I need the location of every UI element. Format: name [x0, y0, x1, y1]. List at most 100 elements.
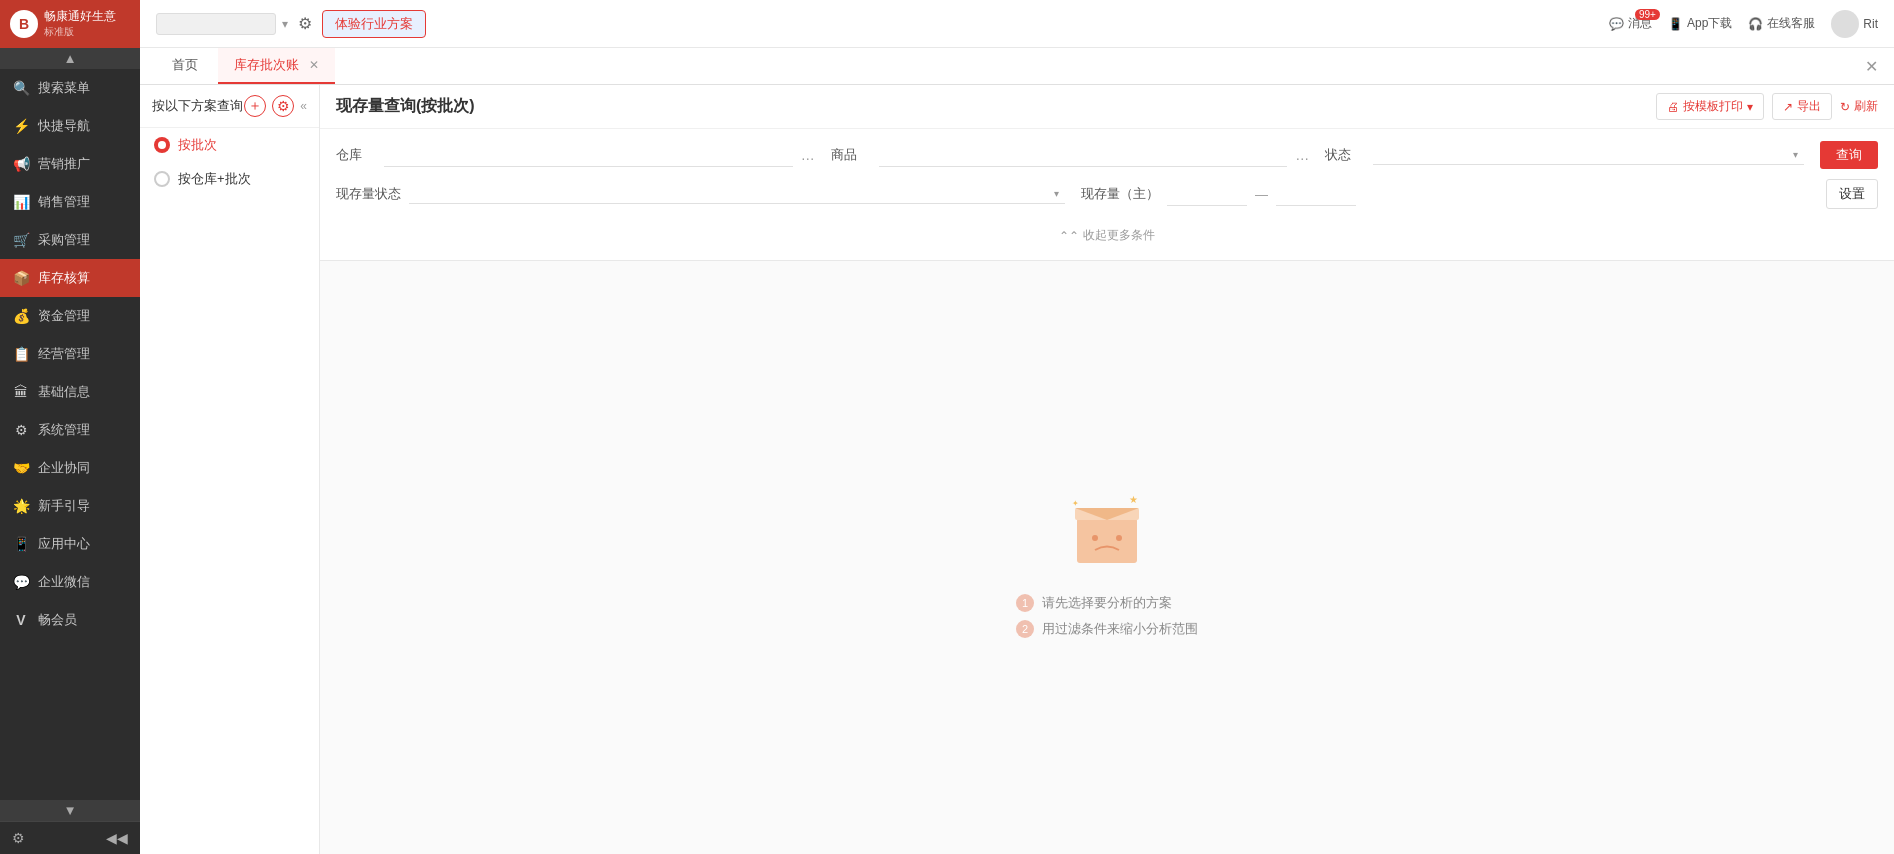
print-dropdown-icon: ▾: [1747, 100, 1753, 114]
tab-home[interactable]: 首页: [156, 48, 214, 84]
collapse-conditions-button[interactable]: ⌃⌃ 收起更多条件: [336, 219, 1878, 248]
online-service-button[interactable]: 🎧 在线客服: [1748, 15, 1815, 32]
svg-text:★: ★: [1129, 494, 1138, 505]
stock-qty-filter: 现存量（主） —: [1081, 182, 1810, 206]
settings-button[interactable]: 设置: [1826, 179, 1878, 209]
print-button[interactable]: 🖨 按模板打印 ▾: [1656, 93, 1764, 120]
stock-qty-from-input[interactable]: [1167, 182, 1247, 206]
settings-button[interactable]: ⚙: [12, 830, 25, 846]
trial-button[interactable]: 体验行业方案: [322, 10, 426, 38]
sidebar-item-purchase[interactable]: 🛒 采购管理: [0, 221, 140, 259]
stock-status-label: 现存量状态: [336, 185, 401, 203]
sidebar-item-marketing[interactable]: 📢 营销推广: [0, 145, 140, 183]
scheme-item-batch[interactable]: 按批次: [140, 128, 319, 162]
sidebar-item-label: 畅会员: [38, 611, 77, 629]
sidebar-scroll-down[interactable]: ▼: [0, 800, 140, 821]
message-button[interactable]: 💬 消息 99+: [1609, 15, 1652, 32]
message-badge: 99+: [1635, 9, 1660, 20]
sidebar-item-management[interactable]: 📋 经营管理: [0, 335, 140, 373]
status-filter: 状态 ▾: [1325, 145, 1804, 165]
app-download-label: App下载: [1687, 15, 1732, 32]
enterprise-icon: 🤝: [12, 459, 30, 477]
status-dropdown-icon: ▾: [1793, 149, 1798, 160]
basic-icon: 🏛: [12, 383, 30, 401]
sidebar-item-quicknav[interactable]: ⚡ 快捷导航: [0, 107, 140, 145]
export-button[interactable]: ↗ 导出: [1772, 93, 1832, 120]
product-input[interactable]: [879, 143, 1288, 167]
left-panel: 按以下方案查询 ＋ ⚙ « 按批次 按仓库+批次: [140, 85, 320, 854]
print-icon: 🖨: [1667, 100, 1679, 114]
app-logo: B: [10, 10, 38, 38]
sidebar-item-member[interactable]: V 畅会员: [0, 601, 140, 639]
main-content: ▾ ⚙ 体验行业方案 💬 消息 99+ 📱 App下载 🎧 在线客服 Rit: [140, 0, 1894, 854]
sidebar-item-label: 基础信息: [38, 383, 90, 401]
tab-inventory-batch[interactable]: 库存批次账 ✕: [218, 48, 335, 84]
empty-illustration: ★ ✦: [1057, 478, 1157, 578]
add-scheme-button[interactable]: ＋: [244, 95, 266, 117]
purchase-icon: 🛒: [12, 231, 30, 249]
stock-status-select[interactable]: ▾: [409, 184, 1065, 204]
collapse-sidebar-button[interactable]: ◀◀: [106, 830, 128, 846]
svg-text:✦: ✦: [1072, 499, 1079, 508]
user-menu-button[interactable]: Rit: [1831, 10, 1878, 38]
status-label: 状态: [1325, 146, 1365, 164]
sidebar-item-search[interactable]: 🔍 搜索菜单: [0, 69, 140, 107]
close-all-tabs-button[interactable]: ✕: [1865, 57, 1878, 76]
hint-text-2: 用过滤条件来缩小分析范围: [1042, 620, 1198, 638]
sidebar-item-system[interactable]: ⚙ 系统管理: [0, 411, 140, 449]
left-panel-actions: ＋ ⚙ «: [244, 95, 307, 117]
query-button[interactable]: 查询: [1820, 141, 1878, 169]
app-download-button[interactable]: 📱 App下载: [1668, 15, 1732, 32]
breadcrumb-arrow-icon: ▾: [282, 17, 288, 31]
filter-row-2: 现存量状态 ▾ 现存量（主） — 设置: [336, 179, 1878, 209]
stock-qty-label: 现存量（主）: [1081, 185, 1159, 203]
sidebar-item-finance[interactable]: 💰 资金管理: [0, 297, 140, 335]
warehouse-input[interactable]: [384, 143, 793, 167]
sidebar-item-wechat[interactable]: 💬 企业微信: [0, 563, 140, 601]
stock-qty-dash: —: [1255, 187, 1268, 202]
sidebar-item-inventory[interactable]: 📦 库存核算: [0, 259, 140, 297]
quicknav-icon: ⚡: [12, 117, 30, 135]
refresh-icon: ↻: [1840, 100, 1850, 114]
sidebar-item-enterprise[interactable]: 🤝 企业协同: [0, 449, 140, 487]
apps-icon: 📱: [12, 535, 30, 553]
wechat-icon: 💬: [12, 573, 30, 591]
tab-close-button[interactable]: ✕: [309, 58, 319, 72]
scheme-settings-button[interactable]: ⚙: [272, 95, 294, 117]
topbar-gear-button[interactable]: ⚙: [294, 10, 316, 37]
product-label: 商品: [831, 146, 871, 164]
sidebar-item-label: 营销推广: [38, 155, 90, 173]
warehouse-more-button[interactable]: …: [801, 147, 815, 163]
scheme-item-warehouse-batch[interactable]: 按仓库+批次: [140, 162, 319, 196]
sidebar-header: B 畅康通好生意 标准版: [0, 0, 140, 48]
sidebar-item-label: 采购管理: [38, 231, 90, 249]
sidebar: B 畅康通好生意 标准版 ▲ 🔍 搜索菜单 ⚡ 快捷导航 📢 营销推广 📊 销售…: [0, 0, 140, 854]
app-title-block: 畅康通好生意 标准版: [44, 9, 116, 39]
sidebar-item-label: 系统管理: [38, 421, 90, 439]
sidebar-item-newbie[interactable]: 🌟 新手引导: [0, 487, 140, 525]
product-more-button[interactable]: …: [1295, 147, 1309, 163]
sidebar-item-apps[interactable]: 📱 应用中心: [0, 525, 140, 563]
left-panel-collapse-button[interactable]: «: [300, 99, 307, 113]
avatar: [1831, 10, 1859, 38]
sidebar-item-label: 资金管理: [38, 307, 90, 325]
stock-qty-to-input[interactable]: [1276, 182, 1356, 206]
marketing-icon: 📢: [12, 155, 30, 173]
left-panel-header: 按以下方案查询 ＋ ⚙ «: [140, 85, 319, 128]
sidebar-item-label: 销售管理: [38, 193, 90, 211]
sidebar-item-sales[interactable]: 📊 销售管理: [0, 183, 140, 221]
collapse-up-icon: ⌃⌃: [1059, 229, 1079, 243]
empty-hint-2: 2 用过滤条件来缩小分析范围: [1016, 620, 1198, 638]
hint-number-1: 1: [1016, 594, 1034, 612]
sidebar-item-basic[interactable]: 🏛 基础信息: [0, 373, 140, 411]
sidebar-scroll-up[interactable]: ▲: [0, 48, 140, 69]
sidebar-item-label: 新手引导: [38, 497, 90, 515]
breadcrumb: ▾ ⚙ 体验行业方案: [156, 10, 1599, 38]
sidebar-item-label: 应用中心: [38, 535, 90, 553]
sidebar-item-label: 企业协同: [38, 459, 90, 477]
breadcrumb-input[interactable]: [156, 13, 276, 35]
refresh-button[interactable]: ↻ 刷新: [1840, 98, 1878, 115]
status-select[interactable]: ▾: [1373, 145, 1804, 165]
page-content: 按以下方案查询 ＋ ⚙ « 按批次 按仓库+批次: [140, 85, 1894, 854]
tabs-bar: 首页 库存批次账 ✕ ✕: [140, 48, 1894, 85]
